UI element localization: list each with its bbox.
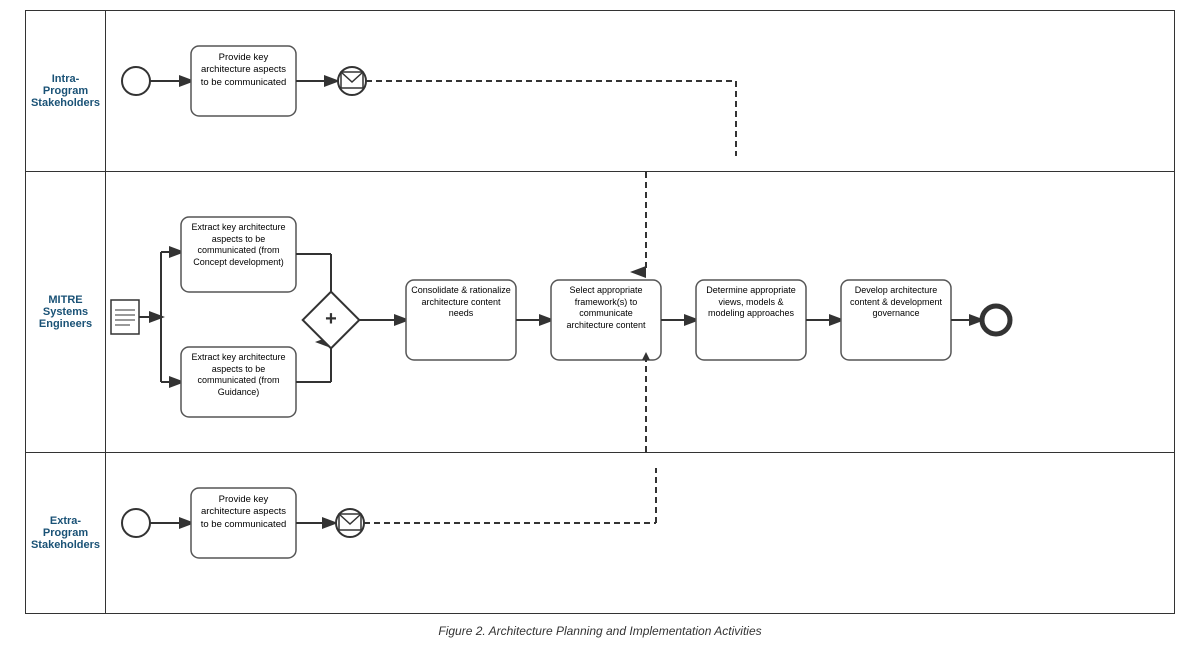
swimlane-mitre: MITRESystemsEngineers <box>26 172 1174 453</box>
lane-label-extra: Extra-ProgramStakeholders <box>26 453 106 613</box>
lane-content-extra: Provide key architecture aspects to be c… <box>106 453 1186 613</box>
figure-caption: Figure 2. Architecture Planning and Impl… <box>438 624 761 638</box>
lane-label-mitre: MITRESystemsEngineers <box>26 172 106 452</box>
swimlane-intra: Intra-Program Stakeholders Provide key a… <box>26 11 1174 172</box>
swimlane-extra: Extra-ProgramStakeholders Provide key ar… <box>26 453 1174 613</box>
svg-text:+: + <box>325 308 337 330</box>
diagram-container: Intra-Program Stakeholders Provide key a… <box>25 10 1175 614</box>
lane-content-mitre: Extract key architecture aspects to be c… <box>106 172 1174 452</box>
lane-label-intra: Intra-Program Stakeholders <box>26 11 106 171</box>
lane-content-intra: Provide key architecture aspects to be c… <box>106 11 1186 171</box>
